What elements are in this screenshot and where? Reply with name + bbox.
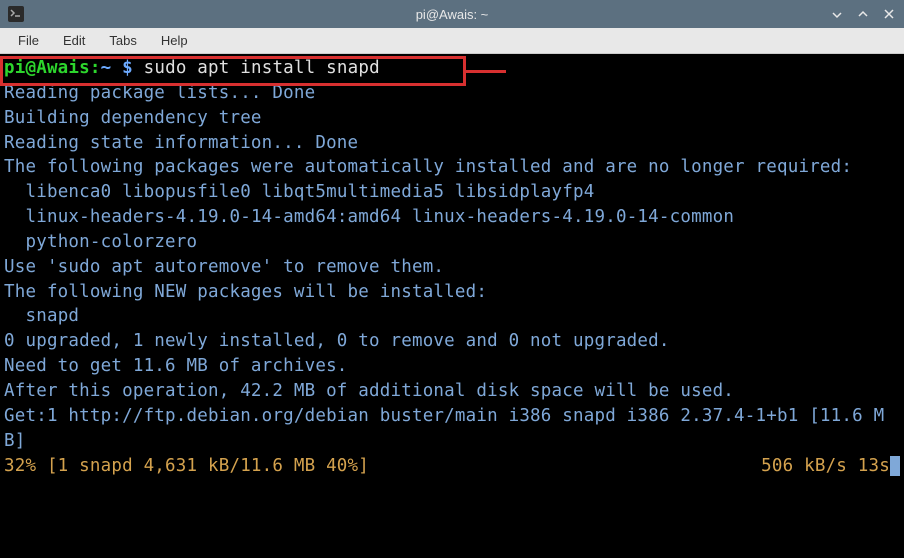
output-line: Get:1 http://ftp.debian.org/debian buste… (4, 406, 884, 451)
terminal-cursor (890, 456, 900, 476)
maximize-button[interactable] (856, 7, 870, 21)
output-line: Reading state information... Done (4, 133, 358, 153)
output-line: libenca0 libopusfile0 libqt5multimedia5 … (4, 182, 595, 202)
terminal-area[interactable]: pi@Awais:~ $ sudo apt install snapd Read… (0, 54, 904, 558)
progress-right: 506 kB/s 13s (761, 456, 890, 476)
close-button[interactable] (882, 7, 896, 21)
minimize-button[interactable] (830, 7, 844, 21)
output-line: Need to get 11.6 MB of archives. (4, 356, 348, 376)
output-line: The following NEW packages will be insta… (4, 282, 487, 302)
output-line: Reading package lists... Done (4, 83, 315, 103)
prompt-path: ~ (101, 58, 112, 78)
window-title: pi@Awais: ~ (416, 7, 489, 22)
output-line: snapd (4, 306, 79, 326)
titlebar: pi@Awais: ~ (0, 0, 904, 28)
output-line: python-colorzero (4, 232, 197, 252)
output-line: Building dependency tree (4, 108, 262, 128)
menu-edit[interactable]: Edit (53, 29, 95, 52)
terminal-content: pi@Awais:~ $ sudo apt install snapd Read… (4, 56, 900, 454)
menubar: File Edit Tabs Help (0, 28, 904, 54)
output-line: 0 upgraded, 1 newly installed, 0 to remo… (4, 331, 670, 351)
output-line: Use 'sudo apt autoremove' to remove them… (4, 257, 444, 277)
terminal-icon (8, 6, 24, 22)
output-line: After this operation, 42.2 MB of additio… (4, 381, 734, 401)
prompt-dollar: $ (111, 58, 143, 78)
prompt-user-host: pi@Awais (4, 58, 90, 78)
titlebar-left (8, 6, 24, 22)
window-controls (830, 7, 896, 21)
progress-line: 32% [1 snapd 4,631 kB/11.6 MB 40%] 506 k… (4, 454, 900, 479)
menu-file[interactable]: File (8, 29, 49, 52)
output-line: linux-headers-4.19.0-14-amd64:amd64 linu… (4, 207, 734, 227)
progress-right-wrap: 506 kB/s 13s (761, 454, 900, 479)
prompt-colon: : (90, 58, 101, 78)
menu-tabs[interactable]: Tabs (99, 29, 146, 52)
output-line: The following packages were automaticall… (4, 157, 852, 177)
progress-left: 32% [1 snapd 4,631 kB/11.6 MB 40%] (4, 454, 369, 479)
shell-prompt: pi@Awais:~ $ (4, 58, 144, 78)
menu-help[interactable]: Help (151, 29, 198, 52)
command-text: sudo apt install snapd (144, 58, 380, 78)
